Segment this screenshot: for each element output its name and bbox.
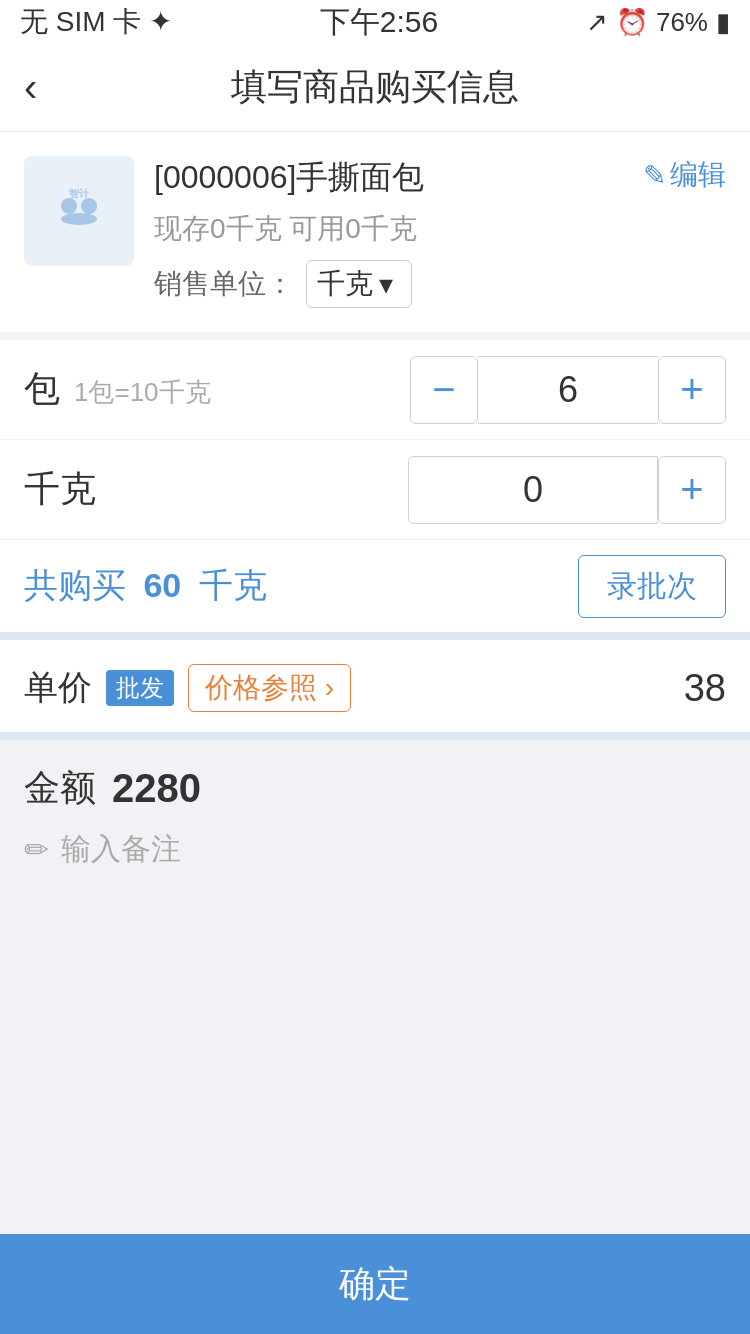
confirm-button[interactable]: 确定 — [0, 1234, 750, 1334]
total-prefix: 共购买 — [24, 566, 126, 604]
bao-plus-button[interactable]: + — [658, 356, 726, 424]
battery-icon: ▮ — [716, 7, 730, 38]
bottom-filler — [0, 890, 750, 1210]
location-icon: ↗ — [586, 7, 608, 38]
svg-point-2 — [61, 213, 97, 225]
page-title: 填写商品购买信息 — [231, 63, 519, 112]
bao-quantity-row: 包 1包=10千克 − + — [0, 340, 750, 440]
svg-point-0 — [61, 198, 77, 214]
bao-quantity-controls: − + — [410, 356, 726, 424]
dropdown-icon: ▾ — [379, 268, 393, 301]
product-unit-row: 销售单位： 千克 ▾ — [154, 260, 726, 308]
bao-conversion: 1包=10千克 — [74, 375, 211, 410]
bao-minus-button[interactable]: − — [410, 356, 478, 424]
price-ref-button[interactable]: 价格参照 › — [188, 664, 351, 712]
svg-point-1 — [81, 198, 97, 214]
status-right: ↗ ⏰ 76% ▮ — [586, 7, 730, 38]
kg-quantity-row: 千克 + — [0, 440, 750, 540]
edit-label: 编辑 — [670, 156, 726, 194]
unit-value: 千克 — [317, 265, 373, 303]
kg-label-group: 千克 — [24, 465, 408, 514]
kg-unit-label: 千克 — [24, 465, 96, 514]
product-name: [0000006]手撕面包 — [154, 156, 643, 200]
price-value: 38 — [684, 667, 726, 710]
total-unit: 千克 — [199, 566, 267, 604]
product-stock: 现存0千克 可用0千克 — [154, 210, 726, 248]
bao-label-group: 包 1包=10千克 — [24, 365, 410, 414]
price-badge: 批发 — [106, 670, 174, 706]
unit-label: 销售单位： — [154, 265, 294, 303]
product-name-row: [0000006]手撕面包 ✎ 编辑 — [154, 156, 726, 200]
total-text: 共购买 60 千克 — [24, 563, 267, 609]
status-time: 下午2:56 — [320, 2, 438, 43]
price-section: 单价 批发 价格参照 › 38 — [0, 640, 750, 740]
bao-unit-label: 包 — [24, 365, 60, 414]
amount-value: 2280 — [112, 766, 201, 811]
unit-select[interactable]: 千克 ▾ — [306, 260, 412, 308]
kg-quantity-input[interactable] — [408, 456, 658, 524]
nav-bar: ‹ 填写商品购买信息 — [0, 44, 750, 132]
product-logo-icon: 智计 — [49, 181, 109, 241]
remark-row[interactable]: ✏ 输入备注 — [24, 829, 726, 870]
amount-row: 金额 2280 — [24, 764, 726, 813]
product-image: 智计 — [24, 156, 134, 266]
status-bar: 无 SIM 卡 ✦ 下午2:56 ↗ ⏰ 76% ▮ — [0, 0, 750, 44]
kg-quantity-controls: + — [408, 456, 726, 524]
price-left: 单价 批发 价格参照 › — [24, 664, 351, 712]
product-info: [0000006]手撕面包 ✎ 编辑 现存0千克 可用0千克 销售单位： 千克 … — [154, 156, 726, 308]
svg-text:智计: 智计 — [68, 188, 90, 199]
amount-section: 金额 2280 ✏ 输入备注 — [0, 740, 750, 890]
price-label: 单价 — [24, 665, 92, 711]
batch-button[interactable]: 录批次 — [578, 555, 726, 618]
price-row: 单价 批发 价格参照 › 38 — [24, 664, 726, 712]
battery-level: 76% — [656, 7, 708, 38]
kg-plus-button[interactable]: + — [658, 456, 726, 524]
sim-status: 无 SIM 卡 ✦ — [20, 3, 172, 41]
remark-placeholder: 输入备注 — [61, 829, 181, 870]
bao-quantity-input[interactable] — [478, 356, 658, 424]
edit-button[interactable]: ✎ 编辑 — [643, 156, 726, 194]
status-left: 无 SIM 卡 ✦ — [20, 3, 172, 41]
total-amount: 60 — [143, 566, 181, 604]
alarm-icon: ⏰ — [616, 7, 648, 38]
back-button[interactable]: ‹ — [24, 65, 37, 110]
amount-label: 金额 — [24, 764, 96, 813]
pencil-icon: ✏ — [24, 832, 49, 867]
edit-icon: ✎ — [643, 159, 666, 192]
total-row: 共购买 60 千克 录批次 — [0, 540, 750, 640]
product-card: 智计 [0000006]手撕面包 ✎ 编辑 现存0千克 可用0千克 销售单位： … — [0, 132, 750, 340]
